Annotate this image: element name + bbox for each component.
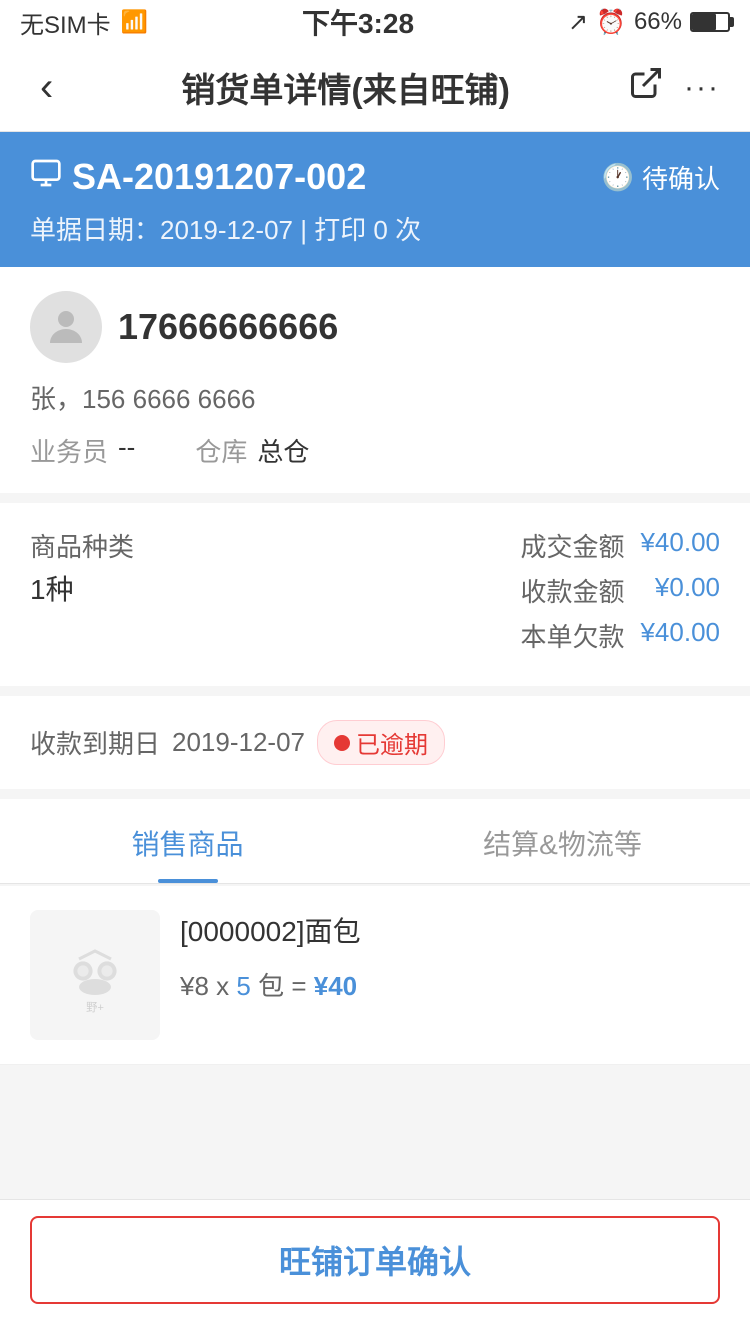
- balance-label: 本单欠款: [520, 617, 624, 654]
- price-separator: x: [216, 971, 236, 1001]
- received-amount-value: ¥0.00: [655, 572, 720, 609]
- customer-card: 17666666666 张，156 6666 6666 业务员 -- 仓库 总仓: [0, 267, 750, 493]
- received-amount-row: 收款金额 ¥0.00: [520, 572, 720, 609]
- unit-label: 包: [258, 971, 284, 1001]
- status-bar: 无SIM卡 📶 下午3:28 ↗ ⏰ 66%: [0, 0, 750, 44]
- order-id-row: SA-20191207-002 🕐 待确认: [30, 156, 720, 198]
- salesperson-item: 业务员 --: [30, 432, 135, 469]
- salesperson-value: --: [118, 432, 135, 469]
- product-type-label: 商品种类: [30, 527, 134, 564]
- product-thumbnail: 野+: [30, 910, 160, 1040]
- overdue-badge: 已逾期: [317, 720, 445, 765]
- order-status: 🕐 待确认: [602, 159, 720, 196]
- share-icon[interactable]: [628, 65, 664, 110]
- overdue-dot-icon: [334, 735, 350, 751]
- received-amount-label: 收款金额: [520, 572, 624, 609]
- product-info: [0000002]面包 ¥8 x 5 包 = ¥40: [180, 910, 720, 1040]
- deal-amount-label: 成交金额: [520, 527, 624, 564]
- customer-meta: 业务员 -- 仓库 总仓: [30, 432, 720, 469]
- overdue-label: 已逾期: [356, 725, 428, 760]
- deal-amount-value: ¥40.00: [640, 527, 720, 564]
- equals-sign: =: [291, 971, 313, 1001]
- nav-actions: ···: [628, 65, 720, 110]
- customer-avatar: [30, 291, 102, 363]
- warehouse-label: 仓库: [195, 432, 247, 469]
- salesperson-label: 业务员: [30, 432, 108, 469]
- product-type-count: 1种: [30, 568, 134, 608]
- product-total: ¥40: [314, 971, 357, 1001]
- product-price: ¥8 x 5 包 = ¥40: [180, 966, 720, 1003]
- tabs: 销售商品 结算&物流等: [0, 799, 750, 884]
- back-button[interactable]: ‹: [30, 55, 63, 120]
- clock-icon: 🕐: [602, 162, 634, 193]
- alarm-icon: ⏰: [596, 8, 626, 37]
- order-header: SA-20191207-002 🕐 待确认 单据日期：2019-12-07 | …: [0, 132, 750, 267]
- product-quantity: 5: [236, 971, 250, 1001]
- customer-name: 张，156 6666 6666: [30, 379, 720, 416]
- wifi-icon: 📶: [121, 9, 148, 35]
- product-type-section: 商品种类 1种: [30, 527, 134, 608]
- tab-sales-products[interactable]: 销售商品: [0, 799, 375, 883]
- warehouse-item: 仓库 总仓: [195, 432, 309, 469]
- bottom-bar: 旺铺订单确认: [0, 1199, 750, 1334]
- location-icon: ↗: [568, 8, 588, 37]
- order-date: 单据日期：2019-12-07 | 打印 0 次: [30, 210, 720, 247]
- due-date-value: 2019-12-07: [172, 727, 305, 758]
- deal-amount-row: 成交金额 ¥40.00: [520, 527, 720, 564]
- product-list: 野+ [0000002]面包 ¥8 x 5 包 = ¥40: [0, 886, 750, 1065]
- customer-phone: 17666666666: [118, 306, 338, 348]
- more-icon[interactable]: ···: [684, 71, 720, 105]
- balance-value: ¥40.00: [640, 617, 720, 654]
- order-icon: [30, 156, 62, 198]
- status-left: 无SIM卡 📶: [20, 5, 148, 40]
- status-right: ↗ ⏰ 66%: [568, 8, 730, 37]
- carrier-label: 无SIM卡: [20, 5, 111, 40]
- stats-card: 商品种类 1种 成交金额 ¥40.00 收款金额 ¥0.00 本单欠款 ¥40.…: [0, 503, 750, 686]
- due-date-label: 收款到期日: [30, 724, 160, 761]
- status-time: 下午3:28: [302, 2, 414, 42]
- price-unit: ¥8: [180, 971, 209, 1001]
- tab-settlement-logistics[interactable]: 结算&物流等: [375, 799, 750, 883]
- battery-icon: [690, 12, 730, 32]
- amounts-section: 成交金额 ¥40.00 收款金额 ¥0.00 本单欠款 ¥40.00: [520, 527, 720, 662]
- customer-row: 17666666666: [30, 291, 720, 363]
- balance-row: 本单欠款 ¥40.00: [520, 617, 720, 654]
- confirm-order-button[interactable]: 旺铺订单确认: [30, 1216, 720, 1304]
- product-name: [0000002]面包: [180, 910, 720, 950]
- page-title: 销货单详情(来自旺铺): [181, 63, 510, 112]
- due-date-card: 收款到期日 2019-12-07 已逾期: [0, 696, 750, 789]
- order-id: SA-20191207-002: [30, 156, 366, 198]
- nav-bar: ‹ 销货单详情(来自旺铺) ···: [0, 44, 750, 132]
- svg-text:野+: 野+: [86, 1001, 104, 1014]
- battery-percent: 66%: [634, 8, 682, 36]
- product-item: 野+ [0000002]面包 ¥8 x 5 包 = ¥40: [0, 886, 750, 1065]
- warehouse-value: 总仓: [257, 432, 309, 469]
